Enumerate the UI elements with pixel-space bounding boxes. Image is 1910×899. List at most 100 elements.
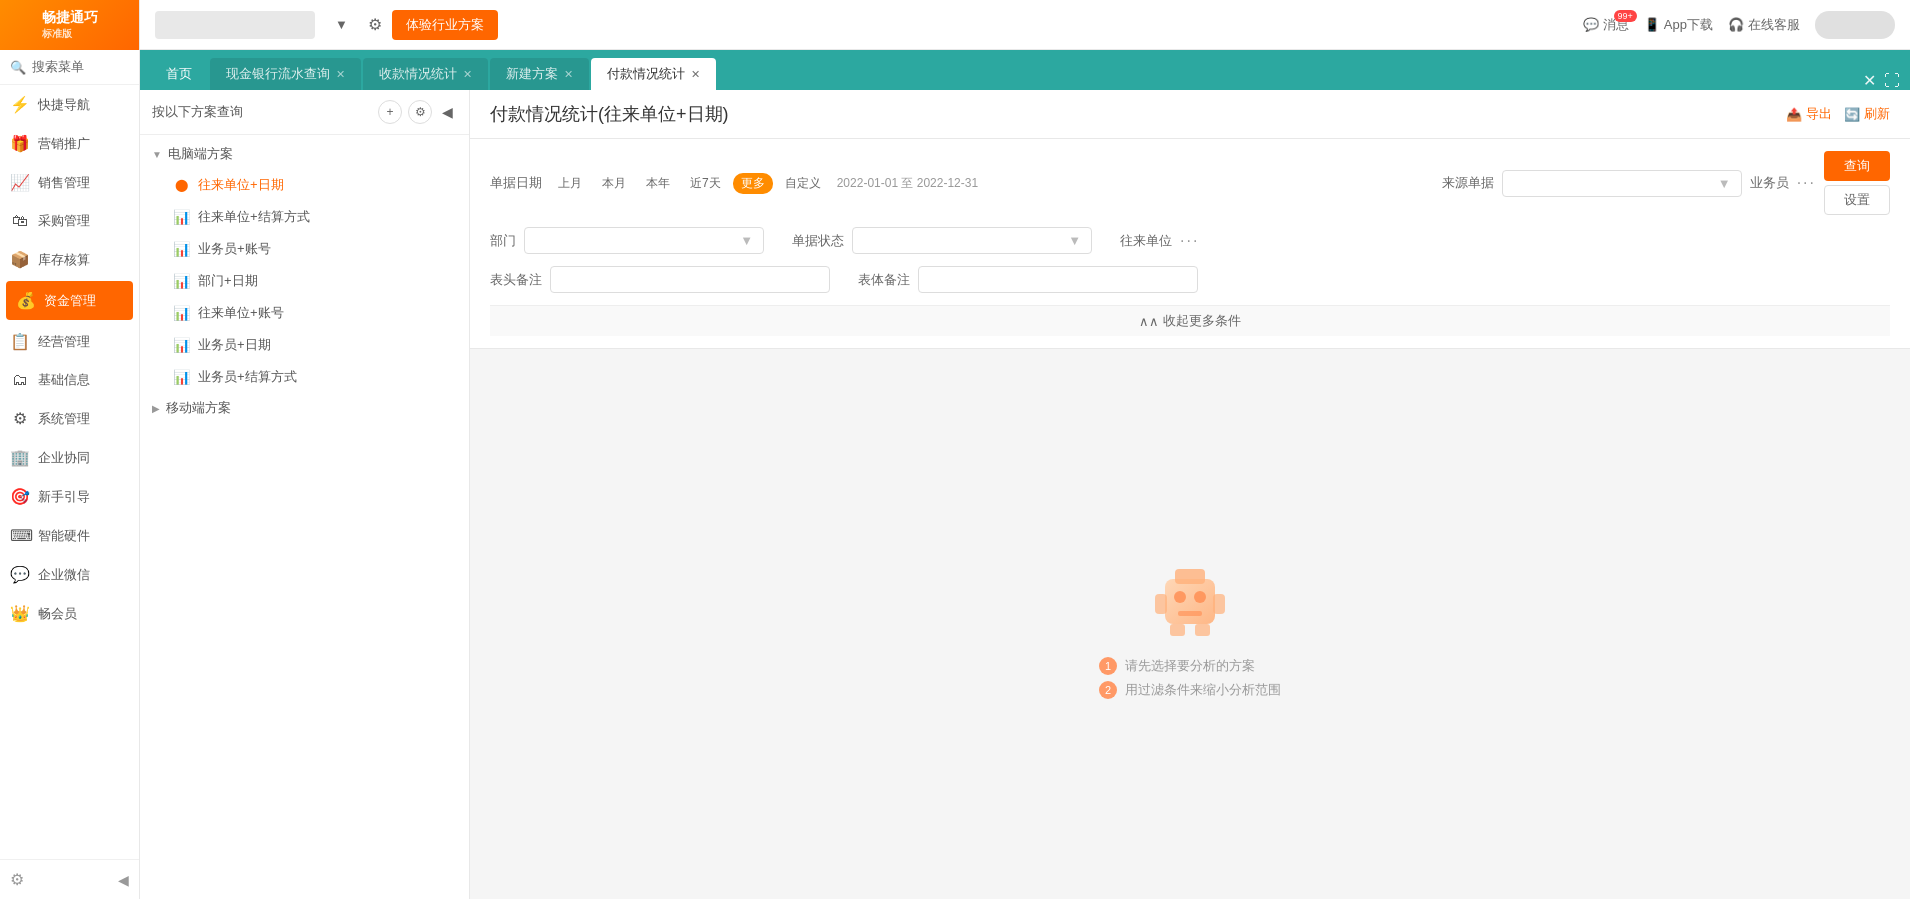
sidebar-item-label: 新手引导	[38, 488, 90, 506]
collapse-more-btn[interactable]: ∧∧ 收起更多条件	[490, 305, 1890, 336]
tab-bank[interactable]: 现金银行流水查询 ✕	[210, 58, 361, 90]
sidebar-search[interactable]: 🔍 搜索菜单	[0, 50, 139, 85]
body-note-input[interactable]	[918, 266, 1198, 293]
source-select[interactable]: ▼	[1502, 170, 1742, 197]
app-icon: 📱	[1644, 17, 1660, 32]
date-this-month-btn[interactable]: 本月	[594, 173, 634, 194]
messages-badge: 99+	[1614, 10, 1637, 22]
voucher-status-select[interactable]: ▼	[852, 227, 1092, 254]
date-range-input[interactable]: 2022-01-01 至 2022-12-31	[837, 175, 978, 192]
refresh-icon: 🔄	[1844, 107, 1860, 122]
settings-icon[interactable]: ⚙	[10, 870, 24, 889]
sidebar-item-enterprise[interactable]: 🏢 企业协同	[0, 438, 139, 477]
date-this-year-btn[interactable]: 本年	[638, 173, 678, 194]
scheme-settings-btn[interactable]: ⚙	[408, 100, 432, 124]
date-last-month-btn[interactable]: 上月	[550, 173, 590, 194]
page-title: 付款情况统计(往来单位+日期)	[490, 102, 729, 126]
sidebar-item-basic[interactable]: 🗂 基础信息	[0, 361, 139, 399]
sidebar-item-capital[interactable]: 💰 资金管理	[6, 281, 133, 320]
sidebar-item-marketing[interactable]: 🎁 营销推广	[0, 124, 139, 163]
refresh-btn[interactable]: 🔄 刷新	[1844, 105, 1890, 123]
collapse-sidebar-icon[interactable]: ◀	[118, 872, 129, 888]
sidebar-item-quick-nav[interactable]: ⚡ 快捷导航	[0, 85, 139, 124]
date-custom-btn[interactable]: 自定义	[777, 173, 829, 194]
sidebar-item-label: 销售管理	[38, 174, 90, 192]
tab-receipts[interactable]: 收款情况统计 ✕	[363, 58, 488, 90]
date-more-btn[interactable]: 更多	[733, 173, 773, 194]
tabbar: 首页 现金银行流水查询 ✕ 收款情况统计 ✕ 新建方案 ✕ 付款情况统计 ✕ ✕…	[140, 50, 1910, 90]
staff-account-icon: 📊	[172, 241, 190, 257]
partner-account-icon: 📊	[172, 305, 190, 321]
tab-expand-icon[interactable]: ⛶	[1884, 72, 1900, 90]
sidebar-item-operations[interactable]: 📋 经营管理	[0, 322, 139, 361]
topbar-gear-icon[interactable]: ⚙	[368, 15, 382, 34]
tab-home[interactable]: 首页	[150, 58, 208, 90]
query-btn[interactable]: 查询	[1824, 151, 1890, 181]
svg-rect-4	[1178, 611, 1202, 616]
staff-date-icon: 📊	[172, 337, 190, 353]
left-panel-header: 按以下方案查询 + ⚙ ◀	[140, 90, 469, 135]
logo-text: 畅捷通巧	[42, 9, 98, 27]
filter-voucher-col: 单据状态 ▼	[792, 227, 1092, 254]
panel-item-label: 往来单位+结算方式	[198, 208, 310, 226]
user-avatar[interactable]	[1815, 11, 1895, 39]
sidebar-item-hardware[interactable]: ⌨ 智能硬件	[0, 516, 139, 555]
body-note-label: 表体备注	[858, 271, 910, 289]
tab-new-scheme-close[interactable]: ✕	[564, 68, 573, 81]
dept-arrow-icon: ▼	[740, 233, 753, 248]
date-last-7days-btn[interactable]: 近7天	[682, 173, 729, 194]
add-scheme-btn[interactable]: +	[378, 100, 402, 124]
tab-receipts-close[interactable]: ✕	[463, 68, 472, 81]
sidebar-footer: ⚙ ◀	[0, 859, 139, 899]
panel-item-partner-settlement[interactable]: 📊 往来单位+结算方式	[160, 201, 469, 233]
desktop-group-arrow: ▼	[152, 149, 162, 160]
panel-item-dept-date[interactable]: 📊 部门+日期	[160, 265, 469, 297]
guide-icon: 🎯	[10, 487, 30, 506]
sidebar-item-inventory[interactable]: 📦 库存核算	[0, 240, 139, 279]
sidebar-item-guide[interactable]: 🎯 新手引导	[0, 477, 139, 516]
sidebar-item-system[interactable]: ⚙ 系统管理	[0, 399, 139, 438]
online-service-btn[interactable]: 🎧 在线客服	[1728, 16, 1800, 34]
page-header: 付款情况统计(往来单位+日期) 📤 导出 🔄 刷新	[470, 90, 1910, 139]
panel-item-partner-date[interactable]: ⬤ 往来单位+日期	[160, 169, 469, 201]
panel-item-staff-date[interactable]: 📊 业务员+日期	[160, 329, 469, 361]
dept-select[interactable]: ▼	[524, 227, 764, 254]
search-label: 搜索菜单	[32, 58, 84, 76]
industry-btn[interactable]: 体验行业方案	[392, 10, 498, 40]
partner-dots[interactable]: ···	[1180, 232, 1199, 250]
panel-item-staff-account[interactable]: 📊 业务员+账号	[160, 233, 469, 265]
tab-close-all-icon[interactable]: ✕	[1863, 71, 1876, 90]
header-note-input[interactable]	[550, 266, 830, 293]
filter-staff-col: 业务员 ···	[1750, 174, 1816, 192]
tab-payment-stats-close[interactable]: ✕	[691, 68, 700, 81]
desktop-group-label: 电脑端方案	[168, 145, 233, 163]
tab-bank-close[interactable]: ✕	[336, 68, 345, 81]
panel-item-staff-settlement[interactable]: 📊 业务员+结算方式	[160, 361, 469, 393]
sidebar-item-wechat[interactable]: 💬 企业微信	[0, 555, 139, 594]
sidebar-item-label: 畅会员	[38, 605, 77, 623]
left-panel-actions: + ⚙ ◀	[378, 100, 457, 124]
sidebar-item-label: 系统管理	[38, 410, 90, 428]
filter-setting-btn[interactable]: 设置	[1824, 185, 1890, 215]
tab-payment-stats[interactable]: 付款情况统计 ✕	[591, 58, 716, 90]
sidebar-item-member[interactable]: 👑 畅会员	[0, 594, 139, 633]
messages-btn[interactable]: 💬 消息 99+	[1583, 16, 1629, 34]
staff-dots[interactable]: ···	[1797, 174, 1816, 192]
export-btn[interactable]: 📤 导出	[1786, 105, 1832, 123]
app-download-btn[interactable]: 📱 App下载	[1644, 16, 1713, 34]
sidebar-item-purchase[interactable]: 🛍 采购管理	[0, 202, 139, 240]
panel-item-partner-account[interactable]: 📊 往来单位+账号	[160, 297, 469, 329]
marketing-icon: 🎁	[10, 134, 30, 153]
voucher-arrow-icon: ▼	[1068, 233, 1081, 248]
collapse-panel-btn[interactable]: ◀	[438, 102, 457, 122]
left-panel: 按以下方案查询 + ⚙ ◀ ▼ 电脑端方案	[140, 90, 470, 899]
empty-tip-1: 1 请先选择要分析的方案	[1099, 657, 1281, 675]
sidebar-item-sales[interactable]: 📈 销售管理	[0, 163, 139, 202]
tab-new-scheme[interactable]: 新建方案 ✕	[490, 58, 589, 90]
topbar-dropdown[interactable]: ▼	[325, 17, 358, 32]
app-download-label: App下载	[1664, 16, 1713, 34]
mobile-group[interactable]: ▶ 移动端方案	[140, 393, 469, 423]
desktop-group-header[interactable]: ▼ 电脑端方案	[140, 139, 469, 169]
purchase-icon: 🛍	[10, 212, 30, 230]
panel-item-label: 往来单位+账号	[198, 304, 284, 322]
